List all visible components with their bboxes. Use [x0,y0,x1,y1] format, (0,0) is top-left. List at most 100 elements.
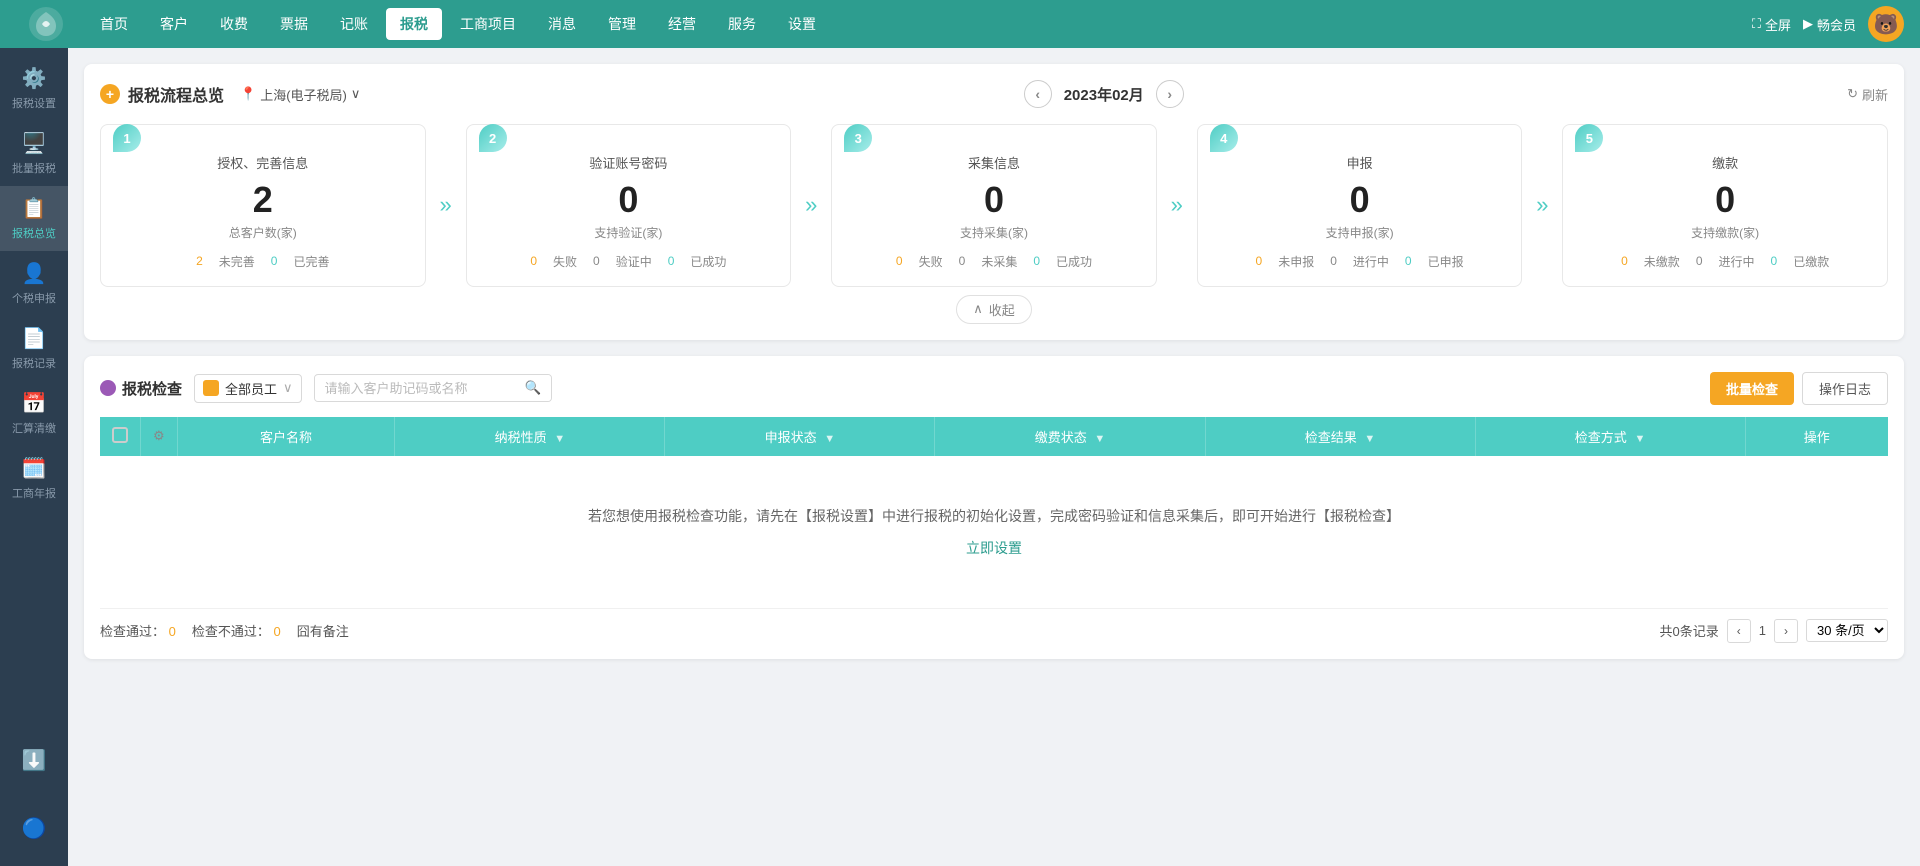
filter-icon-tax-nature[interactable]: ▼ [554,433,565,445]
sidebar-item-batch-tax[interactable]: 🖥️ 批量报税 [0,121,68,186]
step-sub-2: 支持验证(家) [594,224,662,241]
per-page-select[interactable]: 30 条/页 [1806,619,1888,642]
filter-icon-declare[interactable]: ▼ [824,433,835,445]
next-month-btn[interactable]: › [1156,80,1184,108]
stat-fail-3[interactable]: 0 [896,254,903,268]
filter-icon-method[interactable]: ▼ [1634,433,1645,445]
step-stats-4: 0 未申报 0 进行中 0 已申报 [1256,253,1464,270]
sidebar-item-personal-tax[interactable]: 👤 个税申报 [0,251,68,316]
chevron-down-icon: ∨ [351,86,361,102]
empty-state-cell: 若您想使用报税检查功能，请先在【报税设置】中进行报税的初始化设置，完成密码验证和… [100,456,1888,609]
fullscreen-btn[interactable]: ⛶ 全屏 [1752,15,1791,34]
sidebar-item-help[interactable]: 🔵 [0,798,68,858]
filter-icon-pay[interactable]: ▼ [1094,433,1105,445]
step-stats-2: 0 失败 0 验证中 0 已成功 [530,253,726,270]
nav-item-工商项目[interactable]: 工商项目 [446,8,530,40]
step-count-3: 0 [984,180,1004,220]
sidebar-item-tax-settings[interactable]: ⚙️ 报税设置 [0,56,68,121]
search-input[interactable] [315,376,515,401]
batch-check-btn[interactable]: 批量检查 [1710,372,1794,405]
stat-success-2[interactable]: 0 [668,254,675,268]
tax-record-icon: 📄 [22,326,47,351]
tax-settings-icon: ⚙️ [22,66,47,91]
nav-item-经营[interactable]: 经营 [654,8,710,40]
step-stats-5: 0 未缴款 0 进行中 0 已缴款 [1621,253,1829,270]
col-check-method: 检查方式 ▼ [1475,417,1745,456]
prev-month-btn[interactable]: ‹ [1024,80,1052,108]
stat-success-3[interactable]: 0 [1033,254,1040,268]
nav-item-管理[interactable]: 管理 [594,8,650,40]
sidebar-item-tax-overview[interactable]: 📋 报税总览 [0,186,68,251]
stat-mid-4[interactable]: 0 [1330,254,1337,268]
sidebar-item-annual-settlement[interactable]: 📅 汇算清缴 [0,381,68,446]
stat-mid-2[interactable]: 0 [593,254,600,268]
location-icon: 📍 [240,86,256,102]
next-page-btn[interactable]: › [1774,619,1798,643]
tax-overview-icon: 📋 [22,196,47,221]
nav-item-消息[interactable]: 消息 [534,8,590,40]
nav-item-首页[interactable]: 首页 [86,8,142,40]
step-count-5: 0 [1715,180,1735,220]
note-label: 囧有备注 [297,621,349,640]
stat-fail-4[interactable]: 0 [1256,254,1263,268]
prev-page-btn[interactable]: ‹ [1727,619,1751,643]
table-head: ⚙ 客户名称 纳税性质 ▼ 申报状态 ▼ [100,417,1888,456]
nav-item-报税[interactable]: 报税 [386,8,442,40]
vip-btn[interactable]: ▶ 畅会员 [1803,15,1856,34]
sidebar-item-download[interactable]: ⬇️ [0,730,68,790]
step-card-2: 2 验证账号密码 0 支持验证(家) 0 失败 0 验证中 0 已成功 [466,124,792,287]
nav-item-票据[interactable]: 票据 [266,8,322,40]
user-avatar[interactable]: 🐻 [1868,6,1904,42]
stat-mid-3[interactable]: 0 [959,254,966,268]
check-pass-count[interactable]: 0 [169,624,176,639]
step-sub-3: 支持采集(家) [960,224,1028,241]
setup-link[interactable]: 立即设置 [966,538,1022,558]
operation-log-btn[interactable]: 操作日志 [1802,372,1888,405]
nav-item-服务[interactable]: 服务 [714,8,770,40]
nav-item-收费[interactable]: 收费 [206,8,262,40]
main-content: + 报税流程总览 📍 上海(电子税局) ∨ ‹ 2023年02月 › ↻ [68,48,1920,866]
batch-tax-icon: 🖥️ [22,131,47,156]
stat-success-5[interactable]: 0 [1771,254,1778,268]
stat-mid-5[interactable]: 0 [1696,254,1703,268]
employee-select[interactable]: 全部员工 ∨ [194,374,302,403]
nav-item-设置[interactable]: 设置 [774,8,830,40]
check-fail-label: 检查不通过： 0 [192,621,281,640]
step-count-4: 0 [1350,180,1370,220]
table-header-row: ⚙ 客户名称 纳税性质 ▼ 申报状态 ▼ [100,417,1888,456]
stat-success-4[interactable]: 0 [1405,254,1412,268]
step-title-5: 缴款 [1712,153,1738,172]
location-badge[interactable]: 📍 上海(电子税局) ∨ [240,85,360,104]
stat-fail-5[interactable]: 0 [1621,254,1628,268]
stat-fail-1[interactable]: 2 [196,254,203,268]
search-button[interactable]: 🔍 [515,375,552,401]
settings-icon[interactable]: ⚙ [153,428,165,443]
empty-message: 若您想使用报税检查功能，请先在【报税设置】中进行报税的初始化设置，完成密码验证和… [112,506,1876,526]
search-box: 🔍 [314,374,553,402]
filter-icon-result[interactable]: ▼ [1364,433,1375,445]
select-all-checkbox[interactable] [112,427,128,443]
col-tax-nature: 纳税性质 ▼ [395,417,665,456]
check-fail-count[interactable]: 0 [274,624,281,639]
step-title-2: 验证账号密码 [589,153,667,172]
nav-item-记账[interactable]: 记账 [326,8,382,40]
step-card-3: 3 采集信息 0 支持采集(家) 0 失败 0 未采集 0 已成功 [831,124,1157,287]
collapse-btn[interactable]: ∧ 收起 [956,295,1032,324]
stat-success-1[interactable]: 0 [271,254,278,268]
sidebar-item-tax-record[interactable]: 📄 报税记录 [0,316,68,381]
current-page: 1 [1759,623,1766,638]
checkbox-col-header [100,417,141,456]
refresh-btn[interactable]: ↻ 刷新 [1847,85,1888,104]
steps-row: 1 授权、完善信息 2 总客户数(家) 2 未完善 0 已完善 » 2 验证账号… [100,124,1888,287]
arrow-2: » [791,124,831,287]
app-logo [16,6,76,42]
table-body: 若您想使用报税检查功能，请先在【报税设置】中进行报税的初始化设置，完成密码验证和… [100,456,1888,609]
step-num-1: 1 [113,124,141,152]
nav-item-客户[interactable]: 客户 [146,8,202,40]
col-pay-status: 缴费状态 ▼ [935,417,1205,456]
step-title-4: 申报 [1347,153,1373,172]
sidebar-item-annual-report[interactable]: 🗓️ 工商年报 [0,446,68,511]
total-records: 共0条记录 [1660,621,1719,640]
stat-fail-2[interactable]: 0 [530,254,537,268]
arrow-3: » [1157,124,1197,287]
